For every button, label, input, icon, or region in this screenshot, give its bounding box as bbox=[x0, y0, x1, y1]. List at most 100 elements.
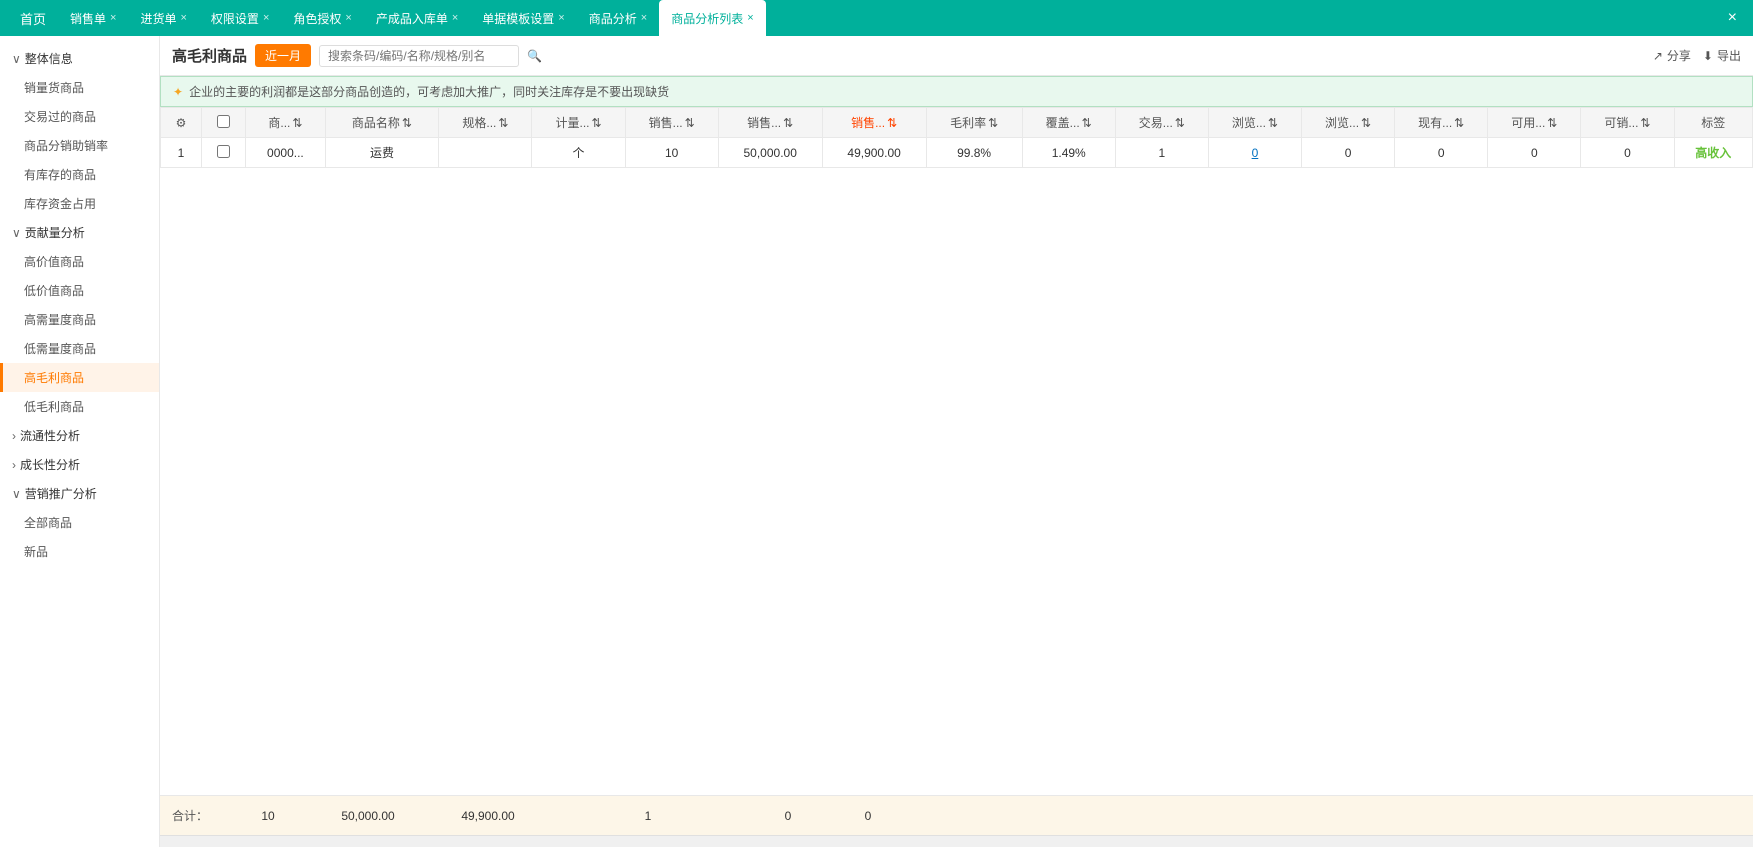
horizontal-scrollbar[interactable] bbox=[160, 835, 1753, 847]
cell-name: 运费 bbox=[325, 138, 439, 168]
nav-product-analysis-list[interactable]: 商品分析列表 × bbox=[659, 0, 765, 36]
sidebar-collapse-button[interactable]: ◀ bbox=[159, 360, 160, 396]
sort-spec[interactable]: 规格... ⇅ bbox=[462, 114, 508, 131]
cell-gross-margin: 99.8% bbox=[926, 138, 1022, 168]
th-code[interactable]: 商... ⇅ bbox=[246, 108, 325, 138]
th-gross-margin[interactable]: 毛利率 ⇅ bbox=[926, 108, 1022, 138]
sidebar-item-stock-capital[interactable]: 库存资金占用 bbox=[0, 189, 159, 218]
arrow-icon-3: › bbox=[12, 429, 16, 443]
share-button[interactable]: ↗ 分享 bbox=[1653, 47, 1691, 64]
sort-code[interactable]: 商... ⇅ bbox=[268, 114, 302, 131]
nav-close-product-analysis[interactable]: × bbox=[641, 12, 647, 24]
th-unit[interactable]: 计量... ⇅ bbox=[532, 108, 625, 138]
th-browse2[interactable]: 浏览... ⇅ bbox=[1302, 108, 1395, 138]
nav-close-role[interactable]: × bbox=[345, 12, 351, 24]
sidebar-item-high-value[interactable]: 高价值商品 bbox=[0, 247, 159, 276]
sidebar-item-all-goods[interactable]: 全部商品 bbox=[0, 508, 159, 537]
sidebar-group-marketing[interactable]: ∨ 营销推广分析 bbox=[0, 479, 159, 508]
th-coverage[interactable]: 覆盖... ⇅ bbox=[1022, 108, 1115, 138]
footer-sales-amount: 50,000.00 bbox=[308, 809, 428, 823]
cell-coverage: 1.49% bbox=[1022, 138, 1115, 168]
sort-unit[interactable]: 计量... ⇅ bbox=[555, 114, 601, 131]
th-browse1[interactable]: 浏览... ⇅ bbox=[1208, 108, 1301, 138]
sidebar-item-low-demand[interactable]: 低需量度商品 bbox=[0, 334, 159, 363]
page-title: 高毛利商品 bbox=[172, 45, 247, 66]
cell-current-stock: 0 bbox=[1395, 138, 1488, 168]
sidebar-group-growth[interactable]: › 成长性分析 bbox=[0, 450, 159, 479]
cell-index: 1 bbox=[161, 138, 202, 168]
sort-available-stock[interactable]: 可用... ⇅ bbox=[1511, 114, 1557, 131]
select-all-checkbox[interactable] bbox=[217, 115, 230, 128]
th-sales-profit[interactable]: 销售... ⇅ bbox=[822, 108, 926, 138]
th-sales-amount[interactable]: 销售... ⇅ bbox=[718, 108, 822, 138]
cell-checkbox[interactable] bbox=[201, 138, 245, 168]
cell-sales-profit: 49,900.00 bbox=[822, 138, 926, 168]
search-icon[interactable]: 🔍 bbox=[527, 49, 542, 63]
search-input[interactable] bbox=[319, 45, 519, 67]
sidebar-item-distribution-rate[interactable]: 商品分销助销率 bbox=[0, 131, 159, 160]
sort-sales-amount[interactable]: 销售... ⇅ bbox=[747, 114, 793, 131]
nav-close-template[interactable]: × bbox=[558, 12, 564, 24]
sort-sellable-stock[interactable]: 可销... ⇅ bbox=[1604, 114, 1650, 131]
nav-close-product-inbound[interactable]: × bbox=[452, 12, 458, 24]
th-tag: 标签 bbox=[1674, 108, 1752, 138]
sort-coverage[interactable]: 覆盖... ⇅ bbox=[1046, 114, 1092, 131]
top-navigation: 首页 销售单 × 进货单 × 权限设置 × 角色授权 × 产成品入库单 × 单据… bbox=[0, 0, 1753, 36]
nav-sales-order[interactable]: 销售单 × bbox=[58, 0, 128, 36]
nav-close-sales[interactable]: × bbox=[110, 12, 116, 24]
cell-spec bbox=[439, 138, 532, 168]
sidebar-group-contribution[interactable]: ∨ 贡献量分析 bbox=[0, 218, 159, 247]
footer-transaction: 1 bbox=[548, 809, 748, 823]
sort-name[interactable]: 商品名称 ⇅ bbox=[352, 114, 412, 131]
sort-sales-qty[interactable]: 销售... ⇅ bbox=[649, 114, 695, 131]
nav-product-analysis[interactable]: 商品分析 × bbox=[577, 0, 659, 36]
sidebar-group-liquidity[interactable]: › 流通性分析 bbox=[0, 421, 159, 450]
main-area: ◀ ∨ 整体信息 销量货商品 交易过的商品 商品分销助销率 有库存的商品 库存资… bbox=[0, 36, 1753, 847]
nav-home[interactable]: 首页 bbox=[8, 0, 58, 36]
nav-close-permission[interactable]: × bbox=[263, 12, 269, 24]
th-checkbox[interactable] bbox=[201, 108, 245, 138]
th-transaction[interactable]: 交易... ⇅ bbox=[1115, 108, 1208, 138]
th-available-stock[interactable]: 可用... ⇅ bbox=[1488, 108, 1581, 138]
cell-browse1[interactable]: 0 bbox=[1208, 138, 1301, 168]
nav-close-purchase[interactable]: × bbox=[180, 12, 186, 24]
sort-sales-profit[interactable]: 销售... ⇅ bbox=[851, 114, 897, 131]
nav-template[interactable]: 单据模板设置 × bbox=[470, 0, 576, 36]
window-close-button[interactable]: × bbox=[1720, 9, 1745, 27]
sort-gross-margin[interactable]: 毛利率 ⇅ bbox=[950, 114, 998, 131]
th-spec[interactable]: 规格... ⇅ bbox=[439, 108, 532, 138]
export-button[interactable]: ⬇ 导出 bbox=[1703, 47, 1741, 64]
nav-product-inbound[interactable]: 产成品入库单 × bbox=[364, 0, 470, 36]
sidebar-item-low-value[interactable]: 低价值商品 bbox=[0, 276, 159, 305]
nav-role[interactable]: 角色授权 × bbox=[281, 0, 363, 36]
nav-close-product-analysis-list[interactable]: × bbox=[747, 12, 753, 24]
sidebar-item-low-margin[interactable]: 低毛利商品 bbox=[0, 392, 159, 421]
sidebar-item-high-margin[interactable]: 高毛利商品 bbox=[0, 363, 159, 392]
cell-sellable-stock: 0 bbox=[1581, 138, 1674, 168]
sort-browse2[interactable]: 浏览... ⇅ bbox=[1325, 114, 1371, 131]
sidebar-item-traded-goods[interactable]: 交易过的商品 bbox=[0, 102, 159, 131]
sidebar-group-overall[interactable]: ∨ 整体信息 bbox=[0, 44, 159, 73]
sort-current-stock[interactable]: 现有... ⇅ bbox=[1418, 114, 1464, 131]
sort-transaction[interactable]: 交易... ⇅ bbox=[1139, 114, 1185, 131]
cell-sales-amount: 50,000.00 bbox=[718, 138, 822, 168]
footer-browse1: 0 bbox=[748, 809, 828, 823]
nav-purchase[interactable]: 进货单 × bbox=[128, 0, 198, 36]
filter-recent-month-button[interactable]: 近一月 bbox=[255, 44, 311, 67]
footer-label: 合计： bbox=[172, 807, 208, 824]
sort-browse1[interactable]: 浏览... ⇅ bbox=[1232, 114, 1278, 131]
sidebar-item-high-demand[interactable]: 高需量度商品 bbox=[0, 305, 159, 334]
sidebar-item-sales-goods[interactable]: 销量货商品 bbox=[0, 73, 159, 102]
sidebar-item-stock-goods[interactable]: 有库存的商品 bbox=[0, 160, 159, 189]
th-settings[interactable]: ⚙ bbox=[161, 108, 202, 138]
cell-unit: 个 bbox=[532, 138, 625, 168]
th-current-stock[interactable]: 现有... ⇅ bbox=[1395, 108, 1488, 138]
data-table: ⚙ 商... ⇅ 商品名称 ⇅ 规格... ⇅ 计量... ⇅ 销售... ⇅ … bbox=[160, 107, 1753, 168]
th-name[interactable]: 商品名称 ⇅ bbox=[325, 108, 439, 138]
th-sales-qty[interactable]: 销售... ⇅ bbox=[625, 108, 718, 138]
row-checkbox[interactable] bbox=[217, 145, 230, 158]
footer-sales-profit: 49,900.00 bbox=[428, 809, 548, 823]
nav-permission[interactable]: 权限设置 × bbox=[199, 0, 281, 36]
th-sellable-stock[interactable]: 可销... ⇅ bbox=[1581, 108, 1674, 138]
sidebar-item-new-goods[interactable]: 新品 bbox=[0, 537, 159, 566]
